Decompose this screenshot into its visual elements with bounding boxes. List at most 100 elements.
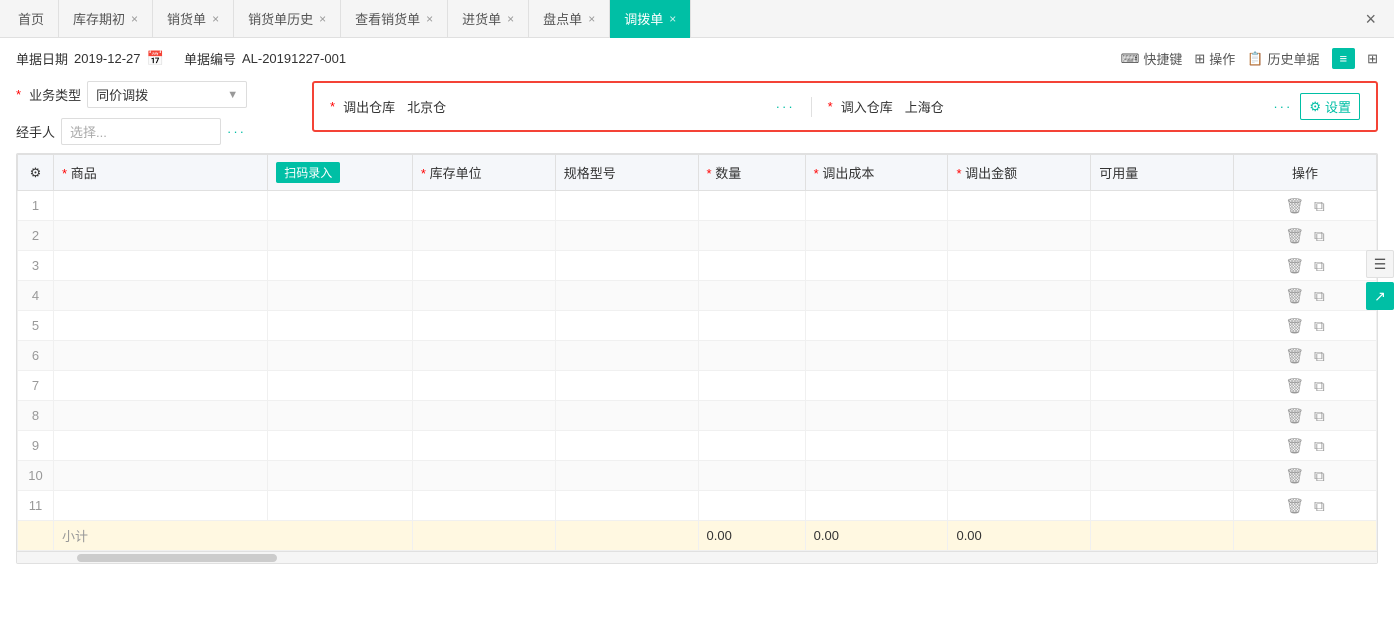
operate-button[interactable]: ⊞ 操作 (1194, 49, 1235, 68)
copy-row-icon[interactable]: ⧉ (1314, 318, 1325, 335)
wh-in-more-icon[interactable]: ··· (1273, 99, 1292, 114)
layout-list-button[interactable]: ≡ (1332, 48, 1356, 69)
cell-product[interactable] (54, 341, 268, 371)
cell-product[interactable] (54, 491, 268, 521)
cell-qty[interactable] (698, 311, 805, 341)
cell-spec[interactable] (555, 491, 698, 521)
cell-product[interactable] (54, 251, 268, 281)
cell-cost[interactable] (805, 461, 948, 491)
cell-qty[interactable] (698, 251, 805, 281)
cell-product[interactable] (54, 191, 268, 221)
cell-qty[interactable] (698, 401, 805, 431)
cell-cost[interactable] (805, 221, 948, 251)
tab-purchase[interactable]: 进货单 × (448, 0, 529, 38)
cell-qty[interactable] (698, 341, 805, 371)
calendar-icon[interactable]: 📅 (147, 50, 164, 67)
copy-row-icon[interactable]: ⧉ (1314, 288, 1325, 305)
delete-row-icon[interactable]: 🗑 (1285, 378, 1304, 395)
cell-unit[interactable] (412, 401, 555, 431)
copy-row-icon[interactable]: ⧉ (1314, 498, 1325, 515)
cell-cost[interactable] (805, 371, 948, 401)
cell-amount[interactable] (948, 491, 1091, 521)
cell-cost[interactable] (805, 281, 948, 311)
cell-amount[interactable] (948, 251, 1091, 281)
cell-spec[interactable] (555, 401, 698, 431)
tab-view-sales[interactable]: 查看销货单 × (341, 0, 448, 38)
copy-row-icon[interactable]: ⧉ (1314, 198, 1325, 215)
tab-close-purchase[interactable]: × (507, 13, 514, 25)
cell-amount[interactable] (948, 281, 1091, 311)
cell-amount[interactable] (948, 461, 1091, 491)
cell-amount[interactable] (948, 371, 1091, 401)
cell-qty[interactable] (698, 281, 805, 311)
copy-row-icon[interactable]: ⧉ (1314, 408, 1325, 425)
cell-qty[interactable] (698, 461, 805, 491)
cell-amount[interactable] (948, 401, 1091, 431)
cell-product[interactable] (54, 401, 268, 431)
cell-cost[interactable] (805, 431, 948, 461)
cell-cost[interactable] (805, 251, 948, 281)
copy-row-icon[interactable]: ⧉ (1314, 258, 1325, 275)
delete-row-icon[interactable]: 🗑 (1285, 438, 1304, 455)
cell-amount[interactable] (948, 431, 1091, 461)
cell-product[interactable] (54, 281, 268, 311)
wh-out-more-icon[interactable]: ··· (776, 99, 795, 114)
shortcut-button[interactable]: ⌨ 快捷键 (1121, 49, 1183, 68)
cell-qty[interactable] (698, 431, 805, 461)
cell-spec[interactable] (555, 251, 698, 281)
cell-spec[interactable] (555, 371, 698, 401)
history-button[interactable]: 📋 历史单据 (1247, 49, 1319, 68)
handler-more-icon[interactable]: ··· (227, 124, 246, 139)
tab-stocktake[interactable]: 盘点单 × (529, 0, 610, 38)
tab-close-sales-history[interactable]: × (319, 13, 326, 25)
delete-row-icon[interactable]: 🗑 (1285, 228, 1304, 245)
delete-row-icon[interactable]: 🗑 (1285, 498, 1304, 515)
tab-close-transfer[interactable]: × (669, 13, 676, 25)
cell-qty[interactable] (698, 221, 805, 251)
cell-product[interactable] (54, 431, 268, 461)
cell-spec[interactable] (555, 311, 698, 341)
cell-unit[interactable] (412, 431, 555, 461)
tab-sales-order[interactable]: 销货单 × (153, 0, 234, 38)
cell-qty[interactable] (698, 371, 805, 401)
tab-inventory-init[interactable]: 库存期初 × (59, 0, 153, 38)
copy-row-icon[interactable]: ⧉ (1314, 468, 1325, 485)
cell-unit[interactable] (412, 251, 555, 281)
cell-qty[interactable] (698, 191, 805, 221)
warehouse-settings-button[interactable]: ⚙ 设置 (1300, 93, 1360, 120)
cell-cost[interactable] (805, 311, 948, 341)
biz-type-select[interactable]: 同价调拨 ▼ (87, 81, 247, 108)
cell-spec[interactable] (555, 221, 698, 251)
cell-unit[interactable] (412, 221, 555, 251)
delete-row-icon[interactable]: 🗑 (1285, 468, 1304, 485)
side-list-button[interactable]: ☰ (1366, 250, 1394, 278)
cell-amount[interactable] (948, 191, 1091, 221)
cell-spec[interactable] (555, 341, 698, 371)
delete-row-icon[interactable]: 🗑 (1285, 198, 1304, 215)
cell-unit[interactable] (412, 461, 555, 491)
copy-row-icon[interactable]: ⧉ (1314, 348, 1325, 365)
tab-close-stocktake[interactable]: × (588, 13, 595, 25)
tab-close-sales-order[interactable]: × (212, 13, 219, 25)
cell-cost[interactable] (805, 191, 948, 221)
cell-cost[interactable] (805, 401, 948, 431)
cell-unit[interactable] (412, 491, 555, 521)
cell-amount[interactable] (948, 221, 1091, 251)
copy-row-icon[interactable]: ⧉ (1314, 228, 1325, 245)
cell-product[interactable] (54, 311, 268, 341)
tab-close-inventory-init[interactable]: × (131, 13, 138, 25)
cell-amount[interactable] (948, 341, 1091, 371)
scroll-thumb[interactable] (77, 554, 277, 562)
copy-row-icon[interactable]: ⧉ (1314, 378, 1325, 395)
cell-product[interactable] (54, 461, 268, 491)
cell-spec[interactable] (555, 431, 698, 461)
cell-unit[interactable] (412, 311, 555, 341)
cell-cost[interactable] (805, 341, 948, 371)
cell-unit[interactable] (412, 341, 555, 371)
cell-spec[interactable] (555, 191, 698, 221)
cell-amount[interactable] (948, 311, 1091, 341)
cell-product[interactable] (54, 371, 268, 401)
handler-select[interactable]: 选择... (61, 118, 221, 145)
tab-transfer[interactable]: 调拨单 × (610, 0, 691, 38)
layout-grid-button[interactable]: ⊞ (1367, 51, 1378, 67)
